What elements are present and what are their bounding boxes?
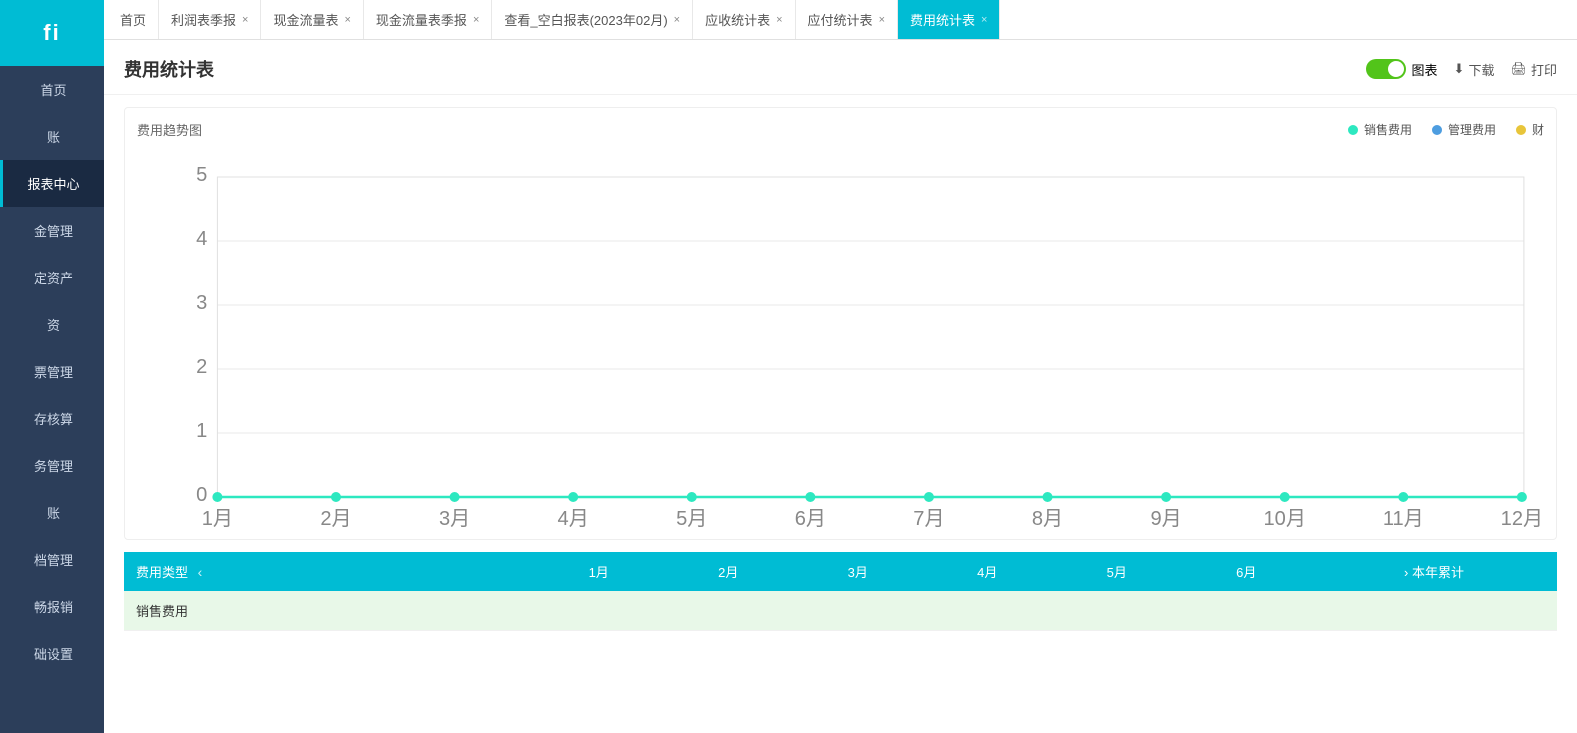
table-header-row: 费用类型 ‹ 1月 2月 3月 4月 5月 6月 › 本年累计: [124, 552, 1557, 591]
sidebar-item-sales[interactable]: 畅报销: [0, 583, 104, 630]
tab-profit[interactable]: 利润表季报 ×: [159, 0, 261, 40]
tab-expense[interactable]: 费用统计表 ×: [898, 0, 1000, 40]
col-type: 费用类型 ‹: [124, 552, 534, 591]
sidebar-item-invoices[interactable]: 票管理: [0, 348, 104, 395]
tab-ap-close[interactable]: ×: [879, 14, 885, 26]
toggle-label: 图表: [1412, 60, 1438, 79]
legend-finance-label: 财: [1532, 121, 1544, 138]
page-actions: 图表 ⬇ 下载 🖨 打印: [1366, 59, 1557, 79]
svg-text:6月: 6月: [795, 508, 826, 527]
legend-admin: 管理费用: [1432, 121, 1496, 138]
page-title: 费用统计表: [124, 56, 214, 82]
page-content: 费用统计表 图表 ⬇ 下载 🖨 打印 费用趋势图: [104, 40, 1577, 733]
toggle-wrap: 图表: [1366, 59, 1438, 79]
row-m1-cell: [534, 591, 664, 631]
svg-text:2: 2: [196, 356, 207, 378]
sidebar-item-account[interactable]: 账: [0, 113, 104, 160]
chart-title: 费用趋势图: [137, 120, 202, 139]
tab-cashflow-q[interactable]: 现金流量表季报 ×: [364, 0, 492, 40]
sidebar-item-resources[interactable]: 资: [0, 301, 104, 348]
svg-text:0: 0: [196, 484, 207, 506]
tab-bar: 首页 利润表季报 × 现金流量表 × 现金流量表季报 × 查看_空白报表(202…: [104, 0, 1577, 40]
tab-blank-close[interactable]: ×: [674, 14, 680, 26]
col-m2: 2月: [663, 552, 793, 591]
legend-finance-dot: [1516, 125, 1526, 135]
print-button[interactable]: 🖨 打印: [1510, 60, 1557, 79]
row-m2-cell: [663, 591, 793, 631]
table-row: 销售费用: [124, 591, 1557, 631]
sidebar-item-files[interactable]: 档管理: [0, 536, 104, 583]
col-m5: 5月: [1052, 552, 1182, 591]
svg-text:3: 3: [196, 292, 207, 314]
col-m6: 6月: [1182, 552, 1312, 591]
svg-text:1: 1: [196, 420, 207, 442]
page-header: 费用统计表 图表 ⬇ 下载 🖨 打印: [104, 40, 1577, 95]
main-content: 首页 利润表季报 × 现金流量表 × 现金流量表季报 × 查看_空白报表(202…: [104, 0, 1577, 733]
sidebar-item-services[interactable]: 务管理: [0, 442, 104, 489]
chart-header: 费用趋势图 销售费用 管理费用 财: [137, 120, 1544, 139]
row-m4-cell: [922, 591, 1052, 631]
nav-prev-button[interactable]: ‹: [192, 564, 209, 580]
svg-text:7月: 7月: [913, 508, 944, 527]
legend-sales-dot: [1348, 125, 1358, 135]
svg-text:4月: 4月: [558, 508, 589, 527]
expense-table: 费用类型 ‹ 1月 2月 3月 4月 5月 6月 › 本年累计: [124, 552, 1557, 631]
download-icon: ⬇: [1454, 61, 1465, 77]
svg-text:2月: 2月: [320, 508, 351, 527]
row-ytd-cell: [1311, 591, 1557, 631]
svg-text:1月: 1月: [202, 508, 233, 527]
col-m1: 1月: [534, 552, 664, 591]
tab-ar[interactable]: 应收统计表 ×: [693, 0, 795, 40]
tab-cashflow[interactable]: 现金流量表 ×: [261, 0, 363, 40]
tab-expense-close[interactable]: ×: [981, 14, 987, 26]
legend-sales: 销售费用: [1348, 121, 1412, 138]
nav-next-button[interactable]: ›: [1404, 565, 1408, 580]
sidebar-item-assets[interactable]: 定资产: [0, 254, 104, 301]
print-icon: 🖨: [1510, 61, 1527, 77]
svg-text:10月: 10月: [1263, 508, 1305, 527]
svg-text:5: 5: [196, 164, 207, 186]
chart-area: 费用趋势图 销售费用 管理费用 财: [124, 107, 1557, 540]
download-button[interactable]: ⬇ 下载: [1454, 60, 1495, 79]
legend-admin-dot: [1432, 125, 1442, 135]
sidebar-item-fund[interactable]: 金管理: [0, 207, 104, 254]
chart-toggle[interactable]: [1366, 59, 1406, 79]
tab-ap[interactable]: 应付统计表 ×: [796, 0, 898, 40]
tab-cashflow-q-close[interactable]: ×: [473, 14, 479, 26]
data-table-wrap: 费用类型 ‹ 1月 2月 3月 4月 5月 6月 › 本年累计: [124, 552, 1557, 631]
svg-text:3月: 3月: [439, 508, 470, 527]
sidebar-item-reports[interactable]: 报表中心: [0, 160, 104, 207]
row-m3-cell: [793, 591, 923, 631]
tab-ar-close[interactable]: ×: [776, 14, 782, 26]
tab-home[interactable]: 首页: [108, 0, 159, 40]
row-type-cell: 销售费用: [124, 591, 534, 631]
sidebar-logo: fi: [0, 0, 104, 66]
svg-text:8月: 8月: [1032, 508, 1063, 527]
sidebar-item-ledger[interactable]: 账: [0, 489, 104, 536]
tab-blank[interactable]: 查看_空白报表(2023年02月) ×: [492, 0, 693, 40]
svg-text:12月: 12月: [1501, 508, 1543, 527]
sidebar-item-settings[interactable]: 础设置: [0, 630, 104, 677]
row-m6-cell: [1182, 591, 1312, 631]
legend-admin-label: 管理费用: [1448, 121, 1496, 138]
legend-sales-label: 销售费用: [1364, 121, 1412, 138]
tab-cashflow-close[interactable]: ×: [344, 14, 350, 26]
row-m5-cell: [1052, 591, 1182, 631]
svg-text:5月: 5月: [676, 508, 707, 527]
tab-profit-close[interactable]: ×: [242, 14, 248, 26]
sidebar-item-home[interactable]: 首页: [0, 66, 104, 113]
sidebar-item-inventory[interactable]: 存核算: [0, 395, 104, 442]
sidebar: fi 首页 账 报表中心 金管理 定资产 资 票管理 存核算 务管理 账 档管理…: [0, 0, 104, 733]
svg-text:11月: 11月: [1383, 508, 1424, 527]
legend-finance: 财: [1516, 121, 1544, 138]
col-m3: 3月: [793, 552, 923, 591]
col-ytd: › 本年累计: [1311, 552, 1557, 591]
col-m4: 4月: [922, 552, 1052, 591]
svg-text:4: 4: [196, 228, 207, 250]
chart-svg: 0 1 2 3 4 5 1月 2月 3月 4月 5月 6月 7月 8月: [137, 147, 1544, 527]
chart-legend: 销售费用 管理费用 财: [1348, 121, 1544, 138]
svg-text:9月: 9月: [1150, 508, 1181, 527]
